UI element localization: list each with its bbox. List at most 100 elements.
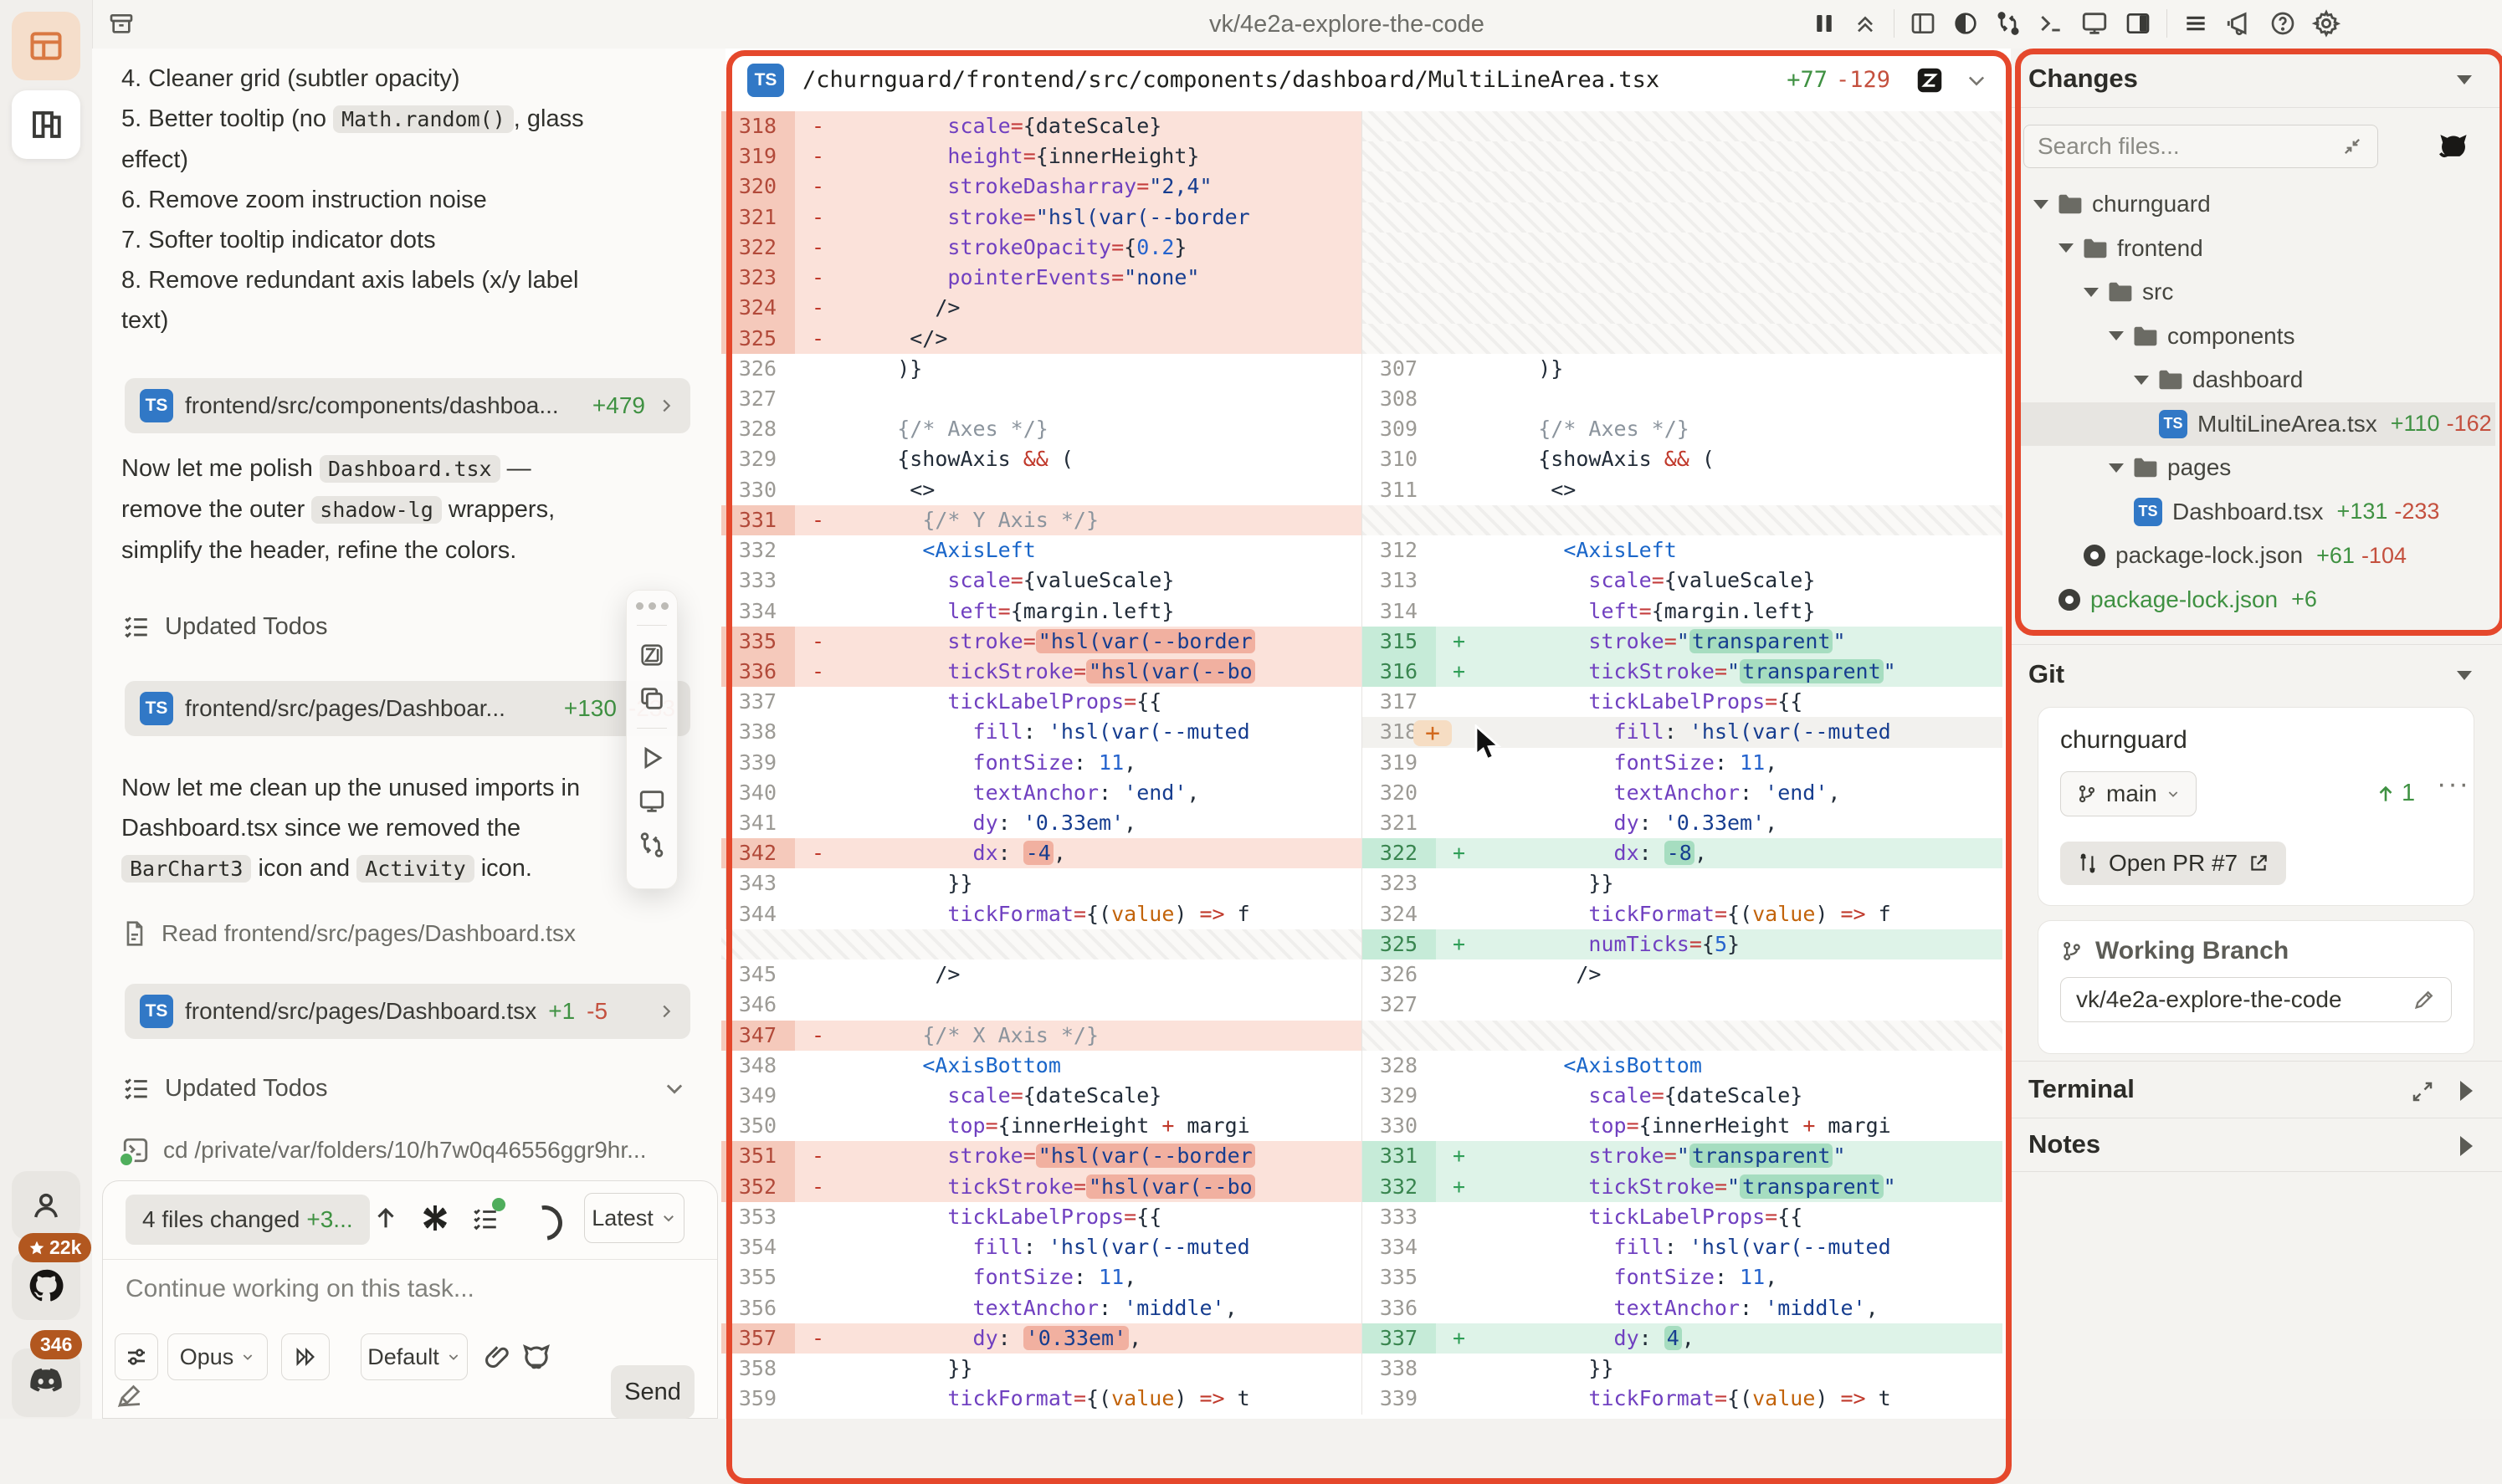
panel-left-icon[interactable] [1909, 10, 1937, 37]
diff-line: 331- {/* Y Axis */} [721, 505, 1361, 535]
expand-icon[interactable] [2410, 1079, 2435, 1104]
diff-line [1362, 111, 2002, 141]
git-collapse-caret[interactable] [2457, 671, 2472, 680]
diff-line: 328 <AxisBottom [1362, 1051, 2002, 1081]
todos-status-icon[interactable] [470, 1205, 500, 1233]
run-play-icon[interactable] [638, 744, 666, 772]
collapse-tree-icon[interactable] [2340, 135, 2364, 158]
profile-button[interactable] [12, 1171, 80, 1240]
diff-right-column: 307 )}308309 {/* Axes */}310 {showAxis &… [1361, 111, 2002, 1415]
monitor-icon[interactable] [637, 787, 667, 816]
tree-item-package-lock-json[interactable]: package-lock.json+61-104 [2015, 534, 2495, 577]
chevron-down-icon[interactable] [1964, 69, 1989, 92]
drag-handle-icon[interactable] [636, 602, 669, 610]
ts-file-icon: TS [2134, 498, 2162, 526]
git-compare-icon[interactable] [1994, 10, 2023, 37]
tree-caret-icon[interactable] [2109, 463, 2124, 473]
diff-additions: +77 [1787, 67, 1828, 93]
rail-tab-board[interactable] [12, 90, 80, 159]
tree-item-dashboard-tsx[interactable]: TSDashboard.tsx+131-233 [2015, 490, 2495, 534]
files-changed-chip[interactable]: 4 files changed +3... [126, 1195, 370, 1245]
help-icon[interactable] [2269, 10, 2297, 37]
tree-item-churnguard[interactable]: churnguard [2015, 182, 2495, 226]
model-dropdown[interactable]: Opus [167, 1333, 268, 1380]
terminal-chip-icon [121, 1136, 150, 1164]
tree-item-label: components [2167, 323, 2295, 350]
file-chip-multilinearea[interactable]: TS frontend/src/components/dashboa... +4… [125, 378, 690, 433]
git-compare-icon[interactable] [638, 831, 666, 859]
branch-dropdown[interactable]: main [2060, 771, 2197, 816]
arrow-up-icon[interactable] [372, 1203, 400, 1233]
files-changed-label: 4 files changed [142, 1206, 300, 1233]
menu-icon[interactable] [2182, 10, 2210, 37]
pause-icon[interactable] [1812, 10, 1837, 37]
more-menu-icon[interactable]: ··· [2437, 768, 2470, 801]
diff-line: 323 }} [1362, 868, 2002, 898]
pencil-icon[interactable] [2412, 988, 2436, 1011]
collapse-all-icon[interactable] [1851, 10, 1879, 37]
chevron-down-icon[interactable] [662, 1077, 687, 1100]
archive-icon[interactable] [107, 11, 136, 38]
terminal-icon[interactable] [2037, 10, 2065, 37]
settings-sliders-button[interactable] [115, 1333, 158, 1380]
file-search-input[interactable]: Search files... [2023, 125, 2378, 168]
spark-icon[interactable] [420, 1203, 450, 1233]
copy-icon[interactable] [638, 684, 666, 713]
panel-right-icon[interactable] [2124, 10, 2152, 37]
megaphone-icon[interactable] [2224, 9, 2254, 38]
file-chip-dashboard-1[interactable]: TS frontend/src/pages/Dashboar... +130 -… [125, 681, 690, 736]
tree-item-components[interactable]: components [2015, 315, 2495, 358]
updated-todos-row[interactable]: Updated Todos [121, 612, 699, 641]
monitor-icon[interactable] [2079, 9, 2110, 38]
cat-icon[interactable] [2435, 127, 2472, 164]
mode-dropdown[interactable]: Default [361, 1333, 468, 1380]
terminal-command-row[interactable]: cd /private/var/folders/10/h7w0q46556ggr… [121, 1136, 646, 1164]
read-file-row[interactable]: Read frontend/src/pages/Dashboard.tsx [121, 919, 576, 949]
diff-line: 333 scale={valueScale} [721, 565, 1361, 596]
folder-icon [2132, 457, 2157, 478]
diff-line [1362, 202, 2002, 233]
notes-expand-caret[interactable] [2460, 1136, 2473, 1156]
tree-item-pages[interactable]: pages [2015, 446, 2495, 489]
diff-line: 319- height={innerHeight} [721, 141, 1361, 171]
cat-icon[interactable] [520, 1340, 552, 1372]
pen-icon[interactable] [115, 1380, 145, 1410]
fast-forward-button[interactable] [281, 1333, 330, 1380]
latest-dropdown[interactable]: Latest [584, 1193, 684, 1243]
working-branch-header: Working Branch [2060, 937, 2289, 965]
branch-icon [2060, 939, 2084, 963]
tree-caret-icon[interactable] [2084, 288, 2099, 297]
ts-file-icon: TS [140, 692, 173, 725]
diff-line: 357- dy: '0.33em', [721, 1323, 1361, 1354]
settings-gear-icon[interactable] [2311, 9, 2341, 38]
updated-todos-row-2[interactable]: Updated Todos [121, 1074, 687, 1103]
working-branch-input[interactable]: vk/4e2a-explore-the-code [2060, 977, 2452, 1022]
tree-item-src[interactable]: src [2015, 270, 2495, 314]
send-button[interactable]: Send [611, 1365, 695, 1419]
diff-line: 310 {showAxis && ( [1362, 444, 2002, 474]
terminal-expand-caret[interactable] [2460, 1081, 2473, 1101]
diff-line: 334 left={margin.left} [721, 596, 1361, 627]
tree-item-dashboard[interactable]: dashboard [2015, 358, 2495, 402]
diff-mode-icon[interactable] [1914, 64, 1946, 96]
tree-item-multilinearea-tsx[interactable]: TSMultiLineArea.tsx+110-162 [2015, 402, 2495, 446]
diff-line: 329 {showAxis && ( [721, 444, 1361, 474]
tree-item-package-lock-json[interactable]: package-lock.json+6 [2015, 578, 2495, 622]
file-chip-dashboard-2[interactable]: TS frontend/src/pages/Dashboard.tsx +1 -… [125, 984, 690, 1039]
changes-collapse-caret[interactable] [2457, 75, 2472, 84]
tree-item-frontend[interactable]: frontend [2015, 227, 2495, 270]
tree-caret-icon[interactable] [2059, 243, 2074, 253]
open-pr-button[interactable]: Open PR #7 [2060, 842, 2286, 885]
rail-tab-layout-active[interactable] [12, 12, 80, 80]
theme-contrast-icon[interactable] [1951, 10, 1980, 37]
tree-caret-icon[interactable] [2109, 331, 2124, 340]
tree-caret-icon[interactable] [2134, 376, 2149, 385]
tree-caret-icon[interactable] [2033, 200, 2048, 209]
attach-paperclip-icon[interactable] [482, 1342, 512, 1372]
diff-line: 339 tickFormat={(value) => t [1362, 1384, 2002, 1414]
chevron-down-icon [446, 1350, 461, 1364]
chat-input[interactable]: Continue working on this task... [126, 1275, 474, 1303]
todos-label: Updated Todos [165, 1075, 328, 1103]
diff-view-icon[interactable] [638, 641, 666, 669]
add-comment-plus-button[interactable]: + [1413, 720, 1452, 746]
